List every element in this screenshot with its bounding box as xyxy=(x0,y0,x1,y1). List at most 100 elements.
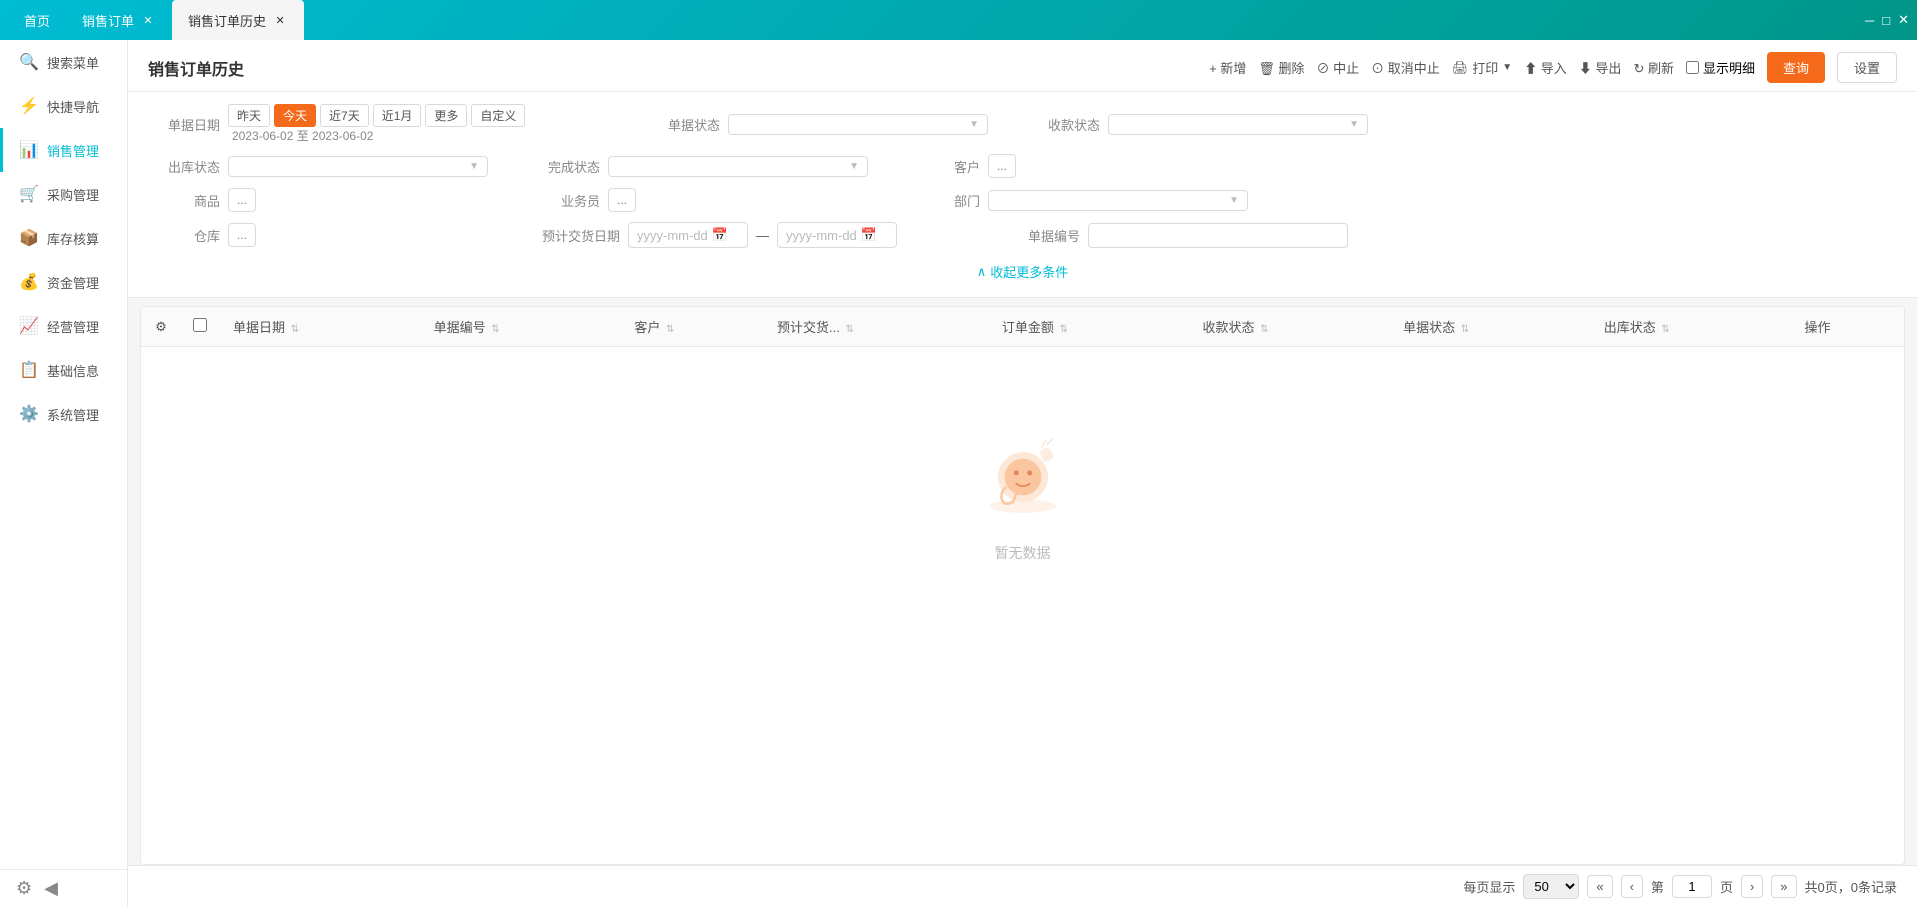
out-status-select[interactable]: ▼ xyxy=(228,156,488,177)
sidebar-item-sales-mgmt[interactable]: 📊 销售管理 xyxy=(0,128,127,172)
expected-date-start[interactable]: yyyy-mm-dd 📅 xyxy=(628,222,748,248)
tab-sales-order[interactable]: 销售订单 ✕ xyxy=(66,0,172,40)
sidebar: 🔍 搜索菜单 ⚡ 快捷导航 📊 销售管理 🛒 采购管理 📦 库存核算 💰 资金管… xyxy=(0,40,128,907)
col-order-status[interactable]: 单据状态 ⇅ xyxy=(1391,307,1592,347)
page-input[interactable] xyxy=(1672,875,1712,898)
product-select-btn[interactable]: ... xyxy=(228,188,256,212)
department-label: 部门 xyxy=(908,191,988,210)
window-close[interactable]: ✕ xyxy=(1898,12,1909,28)
window-maximize[interactable]: □ xyxy=(1882,13,1890,28)
page-label-suffix: 页 xyxy=(1720,877,1733,896)
order-status-select[interactable]: ▼ xyxy=(728,114,988,135)
empty-illustration xyxy=(973,427,1073,527)
date-btn-more[interactable]: 更多 xyxy=(425,104,467,127)
sort-order-status-icon: ⇅ xyxy=(1461,324,1469,335)
col-collection-status[interactable]: 收款状态 ⇅ xyxy=(1190,307,1391,347)
order-no-input[interactable] xyxy=(1088,223,1348,248)
per-page-select[interactable]: 50 10 20 100 xyxy=(1523,874,1579,899)
prev-page-btn[interactable]: ‹ xyxy=(1621,875,1643,898)
date-quick-buttons: 昨天 今天 近7天 近1月 更多 自定义 xyxy=(228,104,525,127)
expected-date-end[interactable]: yyyy-mm-dd 📅 xyxy=(777,222,897,248)
sidebar-settings-icon[interactable]: ⚙ xyxy=(16,878,32,899)
tab-sales-order-close[interactable]: ✕ xyxy=(140,12,156,28)
collection-status-select[interactable]: ▼ xyxy=(1108,114,1368,135)
display-detail-input[interactable] xyxy=(1686,61,1699,74)
tab-home[interactable]: 首页 xyxy=(8,0,66,40)
sidebar-item-search-menu[interactable]: 🔍 搜索菜单 xyxy=(0,40,127,84)
date-btn-1month[interactable]: 近1月 xyxy=(373,104,422,127)
sidebar-item-capital-mgmt[interactable]: 💰 资金管理 xyxy=(0,260,127,304)
date-btn-custom[interactable]: 自定义 xyxy=(471,104,525,127)
col-customer[interactable]: 客户 ⇅ xyxy=(622,307,765,347)
date-btn-7days[interactable]: 近7天 xyxy=(320,104,369,127)
table-checkbox-col xyxy=(181,307,221,347)
total-label: 共0页，0条记录 xyxy=(1805,877,1897,896)
col-expected-date[interactable]: 预计交货... ⇅ xyxy=(765,307,990,347)
window-minimize[interactable]: ─ xyxy=(1865,13,1874,28)
window-controls: ─ □ ✕ xyxy=(1865,12,1909,28)
warehouse-select-btn[interactable]: ... xyxy=(228,223,256,247)
sidebar-item-basic-info[interactable]: 📋 基础信息 xyxy=(0,348,127,392)
date-btn-yesterday[interactable]: 昨天 xyxy=(228,104,270,127)
export-button[interactable]: ⬇ 导出 xyxy=(1579,58,1622,77)
new-button[interactable]: + 新增 xyxy=(1209,58,1246,77)
sidebar-item-operation-mgmt[interactable]: 📈 经营管理 xyxy=(0,304,127,348)
customer-control: ... xyxy=(988,154,1248,178)
customer-select-btn[interactable]: ... xyxy=(988,154,1016,178)
select-all-checkbox[interactable] xyxy=(193,318,207,332)
sidebar-item-inventory-check[interactable]: 📦 库存核算 xyxy=(0,216,127,260)
out-status-control[interactable]: ▼ xyxy=(228,156,488,177)
top-bar: 首页 销售订单 ✕ 销售订单历史 ✕ ─ □ ✕ xyxy=(0,0,1917,40)
print-button[interactable]: 🖨 打印 ▼ xyxy=(1452,58,1512,77)
cancel-stop-button[interactable]: ⊙ 取消中止 xyxy=(1371,58,1440,77)
last-page-btn[interactable]: » xyxy=(1771,875,1796,898)
complete-status-select[interactable]: ▼ xyxy=(608,156,868,177)
collapse-up-icon: ∧ xyxy=(977,264,987,280)
filter-row-3: 商品 ... 业务员 ... 部门 ▼ xyxy=(148,188,1897,212)
calendar-end-icon: 📅 xyxy=(861,227,877,243)
date-label: 单据日期 xyxy=(148,115,228,134)
sidebar-item-quick-nav[interactable]: ⚡ 快捷导航 xyxy=(0,84,127,128)
operation-mgmt-icon: 📈 xyxy=(19,316,39,336)
filter-row-1: 单据日期 昨天 今天 近7天 近1月 更多 自定义 2023-06-02 至 2… xyxy=(148,104,1897,144)
salesperson-select-btn[interactable]: ... xyxy=(608,188,636,212)
col-amount[interactable]: 订单金额 ⇅ xyxy=(990,307,1191,347)
department-control[interactable]: ▼ xyxy=(988,190,1248,211)
sort-no-icon: ⇅ xyxy=(491,324,499,335)
sidebar-collapse-icon[interactable]: ◀ xyxy=(44,878,58,899)
collapse-row[interactable]: ∧ 收起更多条件 xyxy=(148,258,1897,285)
collection-status-control[interactable]: ▼ xyxy=(1108,114,1368,135)
department-select[interactable]: ▼ xyxy=(988,190,1248,211)
sales-mgmt-icon: 📊 xyxy=(19,140,39,160)
query-button[interactable]: 查询 xyxy=(1767,52,1825,83)
filter-area: 单据日期 昨天 今天 近7天 近1月 更多 自定义 2023-06-02 至 2… xyxy=(128,92,1917,298)
sort-customer-icon: ⇅ xyxy=(666,324,674,335)
date-btn-today[interactable]: 今天 xyxy=(274,104,316,127)
order-status-arrow-icon: ▼ xyxy=(969,119,979,130)
stop-button[interactable]: ⊘ 中止 xyxy=(1317,58,1360,77)
sidebar-item-sys-mgmt[interactable]: ⚙️ 系统管理 xyxy=(0,392,127,436)
complete-status-control[interactable]: ▼ xyxy=(608,156,868,177)
order-status-control[interactable]: ▼ xyxy=(728,114,988,135)
col-no[interactable]: 单据编号 ⇅ xyxy=(422,307,623,347)
sidebar-item-purchase-mgmt[interactable]: 🛒 采购管理 xyxy=(0,172,127,216)
calendar-start-icon: 📅 xyxy=(712,227,728,243)
import-button[interactable]: ⬆ 导入 xyxy=(1524,58,1567,77)
first-page-btn[interactable]: « xyxy=(1587,875,1612,898)
salesperson-label: 业务员 xyxy=(528,191,608,210)
next-page-btn[interactable]: › xyxy=(1741,875,1763,898)
capital-mgmt-icon: 💰 xyxy=(19,272,39,292)
complete-status-label: 完成状态 xyxy=(528,157,608,176)
delete-button[interactable]: 🗑 删除 xyxy=(1258,58,1304,77)
basic-info-icon: 📋 xyxy=(19,360,39,380)
page-title: 销售订单历史 xyxy=(148,56,244,80)
order-no-control[interactable] xyxy=(1088,223,1348,248)
col-out-status[interactable]: 出库状态 ⇅ xyxy=(1592,307,1793,347)
tab-sales-order-history[interactable]: 销售订单历史 ✕ xyxy=(172,0,304,40)
setting-button[interactable]: 设置 xyxy=(1837,52,1897,83)
refresh-button[interactable]: ↻ 刷新 xyxy=(1633,58,1674,77)
display-detail-checkbox[interactable]: 显示明细 xyxy=(1686,58,1755,77)
col-date[interactable]: 单据日期 ⇅ xyxy=(221,307,422,347)
tab-sales-order-history-close[interactable]: ✕ xyxy=(272,12,288,28)
table-gear-icon[interactable]: ⚙ xyxy=(155,319,167,334)
